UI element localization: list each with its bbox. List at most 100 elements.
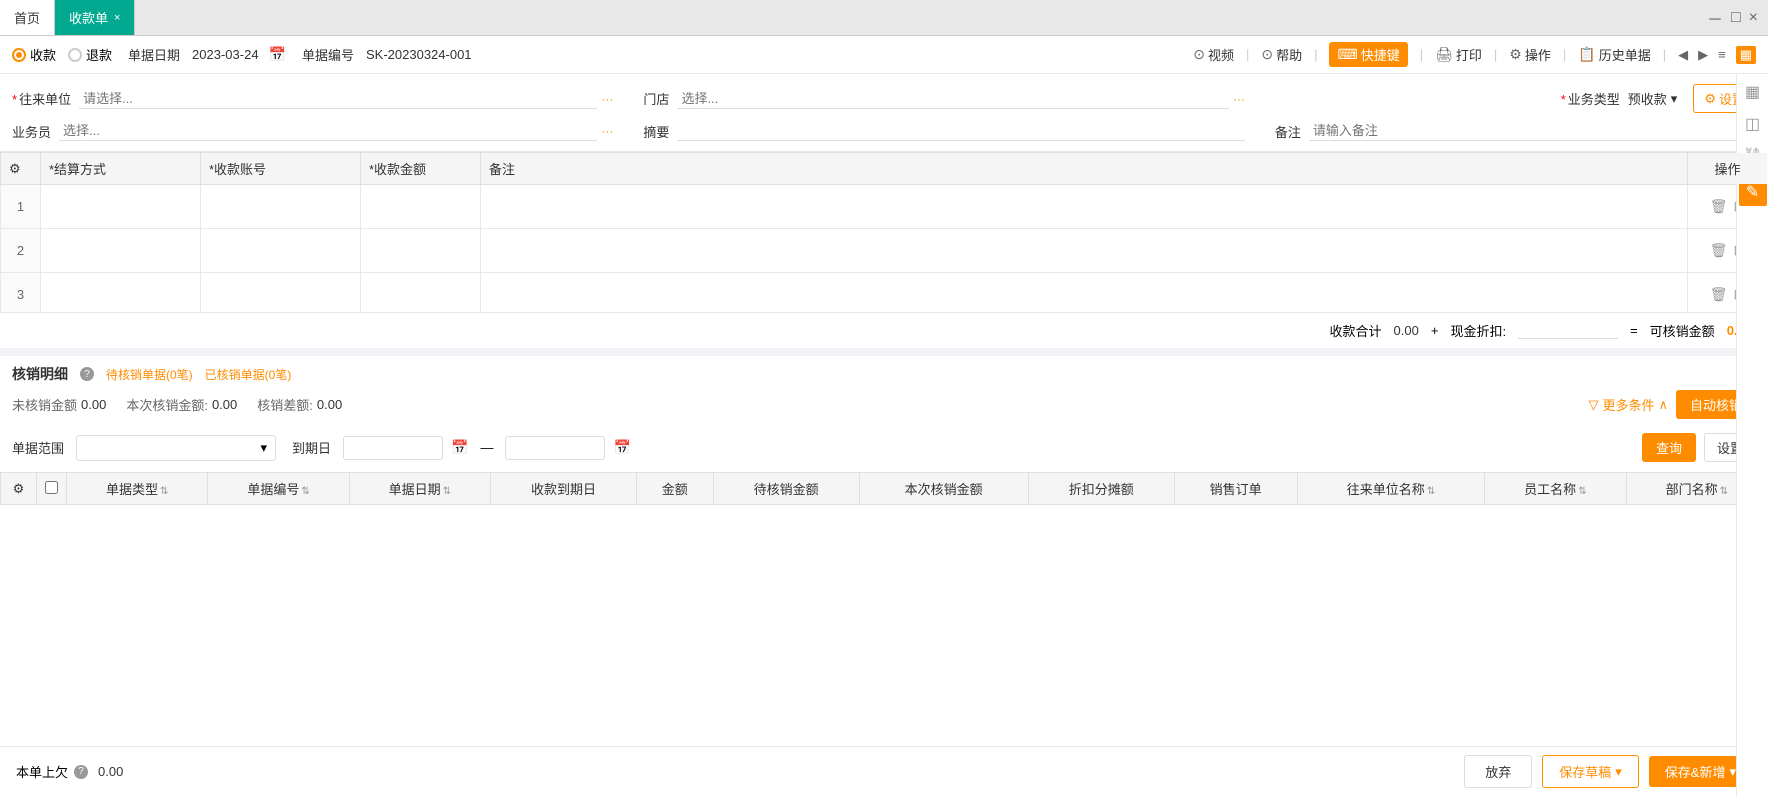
row-3-payment[interactable] [41,273,201,313]
radio-receipt[interactable]: 收款 [12,45,56,64]
current-hx-stat: 本次核销金额: 0.00 [126,395,237,414]
equals-sign: = [1630,323,1638,338]
row-num-3: 3 [1,273,41,313]
row-2-account[interactable] [201,229,361,273]
hx-info-icon[interactable]: ? [80,367,94,381]
footer-info-icon[interactable]: ? [74,765,88,779]
shortcut-label: 快捷键 [1361,45,1400,64]
video-label: 视频 [1208,45,1234,64]
counterpart-input[interactable] [79,89,597,109]
draft-button[interactable]: 保存草稿 ▾ [1542,755,1639,788]
tab-close-icon[interactable]: × [114,12,120,24]
form-row-1: 往来单位 ··· 门店 ··· 业务类型 预 [12,84,1756,113]
note-label: 备注 [1275,122,1301,141]
filter-row: 单据范围 ▾ 到期日 2022-04-01 📅 — 2022-04-12 [12,427,1756,468]
table-settings-icon[interactable]: ⚙ [1,153,41,185]
row-2-amount[interactable] [361,229,481,273]
hx-done-tab[interactable]: 已核销单据(0笔) [205,366,292,383]
due-from-calendar-icon[interactable]: 📅 [451,439,468,456]
available-label: 可核销金额 [1650,321,1715,340]
store-input[interactable] [677,89,1228,109]
tab-bar: 首页 收款单 × － □ × [0,0,1768,36]
sidebar-doc-icon[interactable]: ◫ [1745,114,1760,134]
bt-col-pending: 待核销金额 [713,473,859,505]
tab-home[interactable]: 首页 [0,0,55,35]
bt-col-counterpart: 往来单位名称⇅ [1297,473,1485,505]
store-field: 门店 ··· [643,89,1244,109]
business-type-label: 业务类型 [1561,89,1620,108]
nav-next-icon[interactable]: ▶ [1698,47,1708,63]
table-row: 2 🗑 ⊞ [1,229,1768,273]
settings-icon: ⚙ [1704,91,1716,107]
operation-btn[interactable]: ⚙ 操作 [1509,45,1551,64]
row-3-note[interactable] [481,273,1688,313]
more-conditions-btn[interactable]: ▽ 更多条件 ∧ [1588,390,1668,419]
calendar-icon[interactable]: 📅 [269,46,286,63]
salesperson-label: 业务员 [12,122,51,141]
bt-col-checkbox[interactable] [37,473,67,505]
history-btn[interactable]: 📋 历史单据 [1578,45,1650,64]
query-btn[interactable]: 查询 [1642,433,1696,462]
radio-refund-label: 退款 [86,45,112,64]
row-1-account[interactable] [201,185,361,229]
hx-action-group: ▽ 更多条件 ∧ 自动核销 [1588,390,1756,419]
row-1-delete-icon[interactable]: 🗑 [1710,198,1728,215]
operation-label: 操作 [1525,45,1551,64]
row-3-amount[interactable] [361,273,481,313]
per-order-label: 本单上欠 [16,762,68,781]
minimize-icon[interactable]: － [1707,6,1723,30]
range-select[interactable]: ▾ [76,435,276,461]
note-input[interactable] [1309,121,1756,141]
close-icon[interactable]: × [1749,9,1758,27]
hx-pending-tab[interactable]: 待核销单据(0笔) [106,366,193,383]
discard-button[interactable]: 放弃 [1464,755,1532,788]
row-1-payment[interactable] [41,185,201,229]
row-num-1: 1 [1,185,41,229]
per-order-value: 0.00 [98,764,123,779]
range-select-arrow: ▾ [260,440,267,456]
summary-field: 摘要 [643,121,1244,141]
due-from-input[interactable]: 2022-04-01 [343,436,443,460]
row-3-account[interactable] [201,273,361,313]
list-view-icon[interactable]: ≡ [1718,47,1726,62]
sidebar-table-icon[interactable]: ▦ [1745,82,1760,102]
due-to-input[interactable]: 2022-04-12 [505,436,605,460]
radio-refund[interactable]: 退款 [68,45,112,64]
discount-input[interactable] [1518,323,1618,339]
col-action: 操作 [1688,153,1768,185]
table-row: 3 🗑 ⊞ [1,273,1768,313]
bt-col-settings[interactable]: ⚙ [1,473,37,505]
nav-prev-icon[interactable]: ◀ [1678,47,1688,63]
help-btn[interactable]: ⊙ 帮助 [1261,45,1302,64]
store-more-icon[interactable]: ··· [1233,92,1245,106]
doc-number-label: 单据编号 [302,45,354,64]
grid-view-icon[interactable]: ▦ [1736,46,1756,64]
select-all-checkbox[interactable] [45,481,58,494]
discount-label: 现金折扣: [1450,321,1506,340]
row-1-amount[interactable] [361,185,481,229]
video-btn[interactable]: ⊙ 视频 [1193,45,1234,64]
radio-receipt-dot [12,48,26,62]
row-1-note[interactable] [481,185,1688,229]
row-2-delete-icon[interactable]: 🗑 [1710,242,1728,259]
counterpart-more-icon[interactable]: ··· [601,92,613,106]
history-icon: 📋 [1578,46,1595,63]
shortcut-btn[interactable]: ⌨ 快捷键 [1329,42,1407,67]
maximize-icon[interactable]: □ [1731,9,1741,27]
salesperson-input[interactable] [59,121,597,141]
salesperson-more-icon[interactable]: ··· [601,124,613,138]
content-area: 往来单位 ··· 门店 ··· 业务类型 预 [0,74,1768,796]
hx-header: 核销明细 ? 待核销单据(0笔) 已核销单据(0笔) [12,364,1756,384]
row-2-note[interactable] [481,229,1688,273]
tab-collection[interactable]: 收款单 × [55,0,135,35]
summary-input[interactable] [677,121,1244,141]
print-btn[interactable]: 🖨 打印 [1435,45,1482,64]
col-payment-method: *结算方式 [41,153,201,185]
due-to-calendar-icon[interactable]: 📅 [613,439,630,456]
business-type-arrow[interactable]: ▾ [1671,91,1678,107]
video-icon: ⊙ [1193,46,1205,63]
row-2-payment[interactable] [41,229,201,273]
row-3-delete-icon[interactable]: 🗑 [1710,286,1728,303]
due-dash: — [480,440,493,455]
draft-arrow-icon[interactable]: ▾ [1615,764,1622,780]
